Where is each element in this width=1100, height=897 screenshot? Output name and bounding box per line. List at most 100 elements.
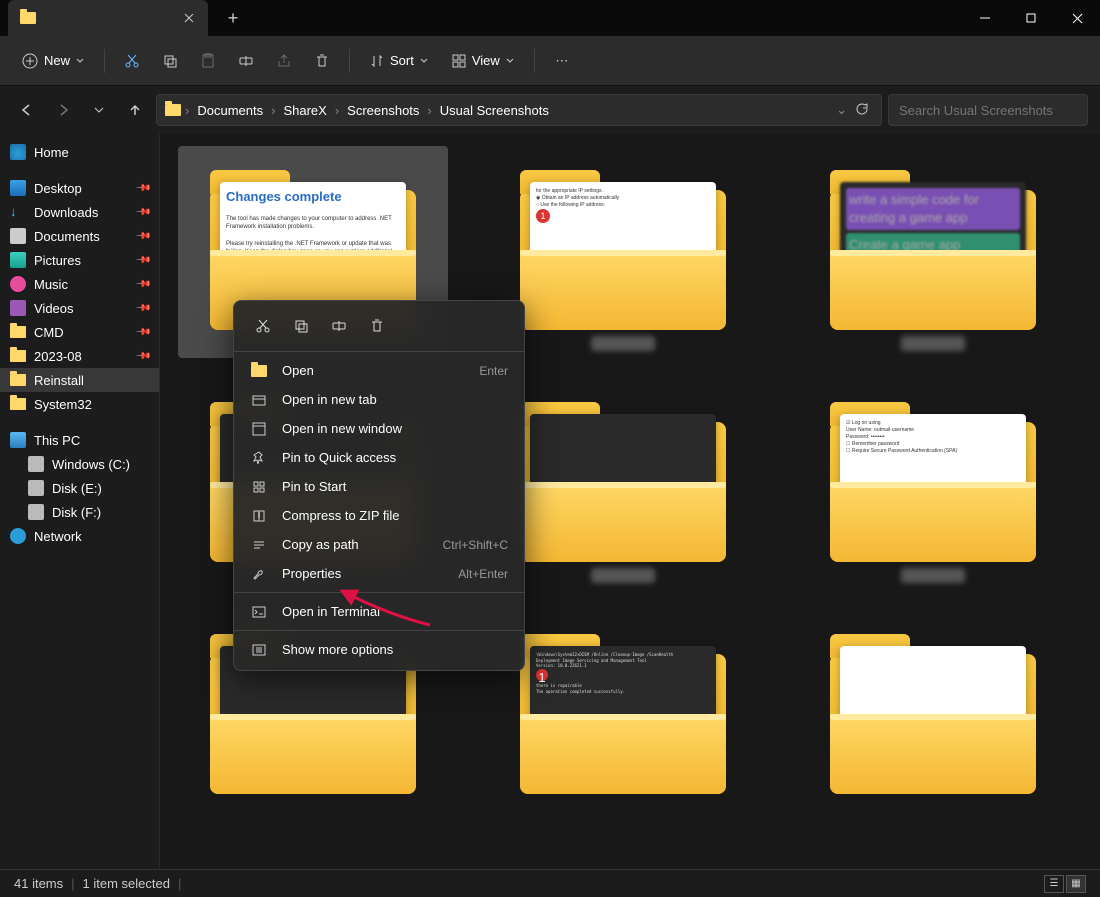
drive-icon [28, 456, 44, 472]
sidebar-drive-c[interactable]: Windows (C:) [0, 452, 159, 476]
chevron-right-icon: › [271, 103, 275, 118]
sidebar-thispc[interactable]: This PC [0, 428, 159, 452]
view-label: View [472, 53, 500, 68]
ctx-open-new-tab[interactable]: Open in new tab [234, 385, 524, 414]
ctx-pin-start[interactable]: Pin to Start [234, 472, 524, 501]
sidebar-item-pictures[interactable]: Pictures📌 [0, 248, 159, 272]
sidebar: Home Desktop📌 ↓Downloads📌 Documents📌 Pic… [0, 134, 160, 869]
folder-open-icon [250, 365, 268, 377]
close-button[interactable] [1054, 0, 1100, 36]
wrench-icon [250, 567, 268, 581]
tab-close-button[interactable] [182, 11, 196, 25]
view-button[interactable]: View [442, 47, 524, 74]
titlebar: + [0, 0, 1100, 36]
copy-button[interactable] [153, 44, 187, 78]
ctx-open-new-window[interactable]: Open in new window [234, 414, 524, 443]
sidebar-item-desktop[interactable]: Desktop📌 [0, 176, 159, 200]
ctx-pin-quick-access[interactable]: Pin to Quick access [234, 443, 524, 472]
address-bar[interactable]: › Documents › ShareX › Screenshots › Usu… [156, 94, 882, 126]
drive-icon [28, 480, 44, 496]
pin-start-icon [250, 480, 268, 494]
sidebar-item-system32[interactable]: System32 [0, 392, 159, 416]
sidebar-item-2023-08[interactable]: 2023-08📌 [0, 344, 159, 368]
up-button[interactable] [120, 95, 150, 125]
pin-icon [250, 451, 268, 465]
ctx-copy-button[interactable] [290, 315, 312, 337]
chevron-right-icon: › [335, 103, 339, 118]
drive-icon [28, 504, 44, 520]
status-item-count: 41 items [14, 876, 63, 891]
forward-button[interactable] [48, 95, 78, 125]
folder-item[interactable] [798, 610, 1068, 822]
view-icons-toggle[interactable]: ▦ [1066, 875, 1086, 893]
paste-button[interactable] [191, 44, 225, 78]
pc-icon [10, 432, 26, 448]
sidebar-item-videos[interactable]: Videos📌 [0, 296, 159, 320]
documents-icon [10, 228, 26, 244]
ctx-copy-path[interactable]: Copy as pathCtrl+Shift+C [234, 530, 524, 559]
ctx-delete-button[interactable] [366, 315, 388, 337]
sidebar-item-documents[interactable]: Documents📌 [0, 224, 159, 248]
folder-icon [165, 104, 181, 116]
sidebar-item-music[interactable]: Music📌 [0, 272, 159, 296]
breadcrumb-item[interactable]: Documents [193, 101, 267, 120]
folder-item[interactable]: write a simple code for creating a game … [798, 146, 1068, 358]
ctx-rename-button[interactable] [328, 315, 350, 337]
ctx-properties[interactable]: PropertiesAlt+Enter [234, 559, 524, 588]
ctx-show-more[interactable]: Show more options [234, 635, 524, 664]
sort-label: Sort [390, 53, 414, 68]
chevron-down-icon [420, 58, 428, 63]
pin-icon: 📌 [134, 180, 151, 197]
folder-item[interactable]: for the appropriate IP settings.◉ Obtain… [488, 146, 758, 358]
downloads-icon: ↓ [10, 204, 26, 220]
sidebar-drive-e[interactable]: Disk (E:) [0, 476, 159, 500]
folder-item[interactable]: ☑ Log on usingUser Name: outmail-usernam… [798, 378, 1068, 590]
maximize-button[interactable] [1008, 0, 1054, 36]
search-input[interactable] [899, 103, 1075, 118]
toolbar: New Sort View ⋯ [0, 36, 1100, 86]
minimize-button[interactable] [962, 0, 1008, 36]
videos-icon [10, 300, 26, 316]
breadcrumb-item[interactable]: Screenshots [343, 101, 423, 120]
folder-item[interactable]: \Windows\System32>DISM /Online /Cleanup-… [488, 610, 758, 822]
back-button[interactable] [12, 95, 42, 125]
folder-item[interactable]: hidden [488, 378, 758, 590]
music-icon [10, 276, 26, 292]
sidebar-item-cmd[interactable]: CMD📌 [0, 320, 159, 344]
chevron-down-icon [76, 58, 84, 63]
folder-icon [10, 350, 26, 362]
recent-button[interactable] [84, 95, 114, 125]
sidebar-drive-f[interactable]: Disk (F:) [0, 500, 159, 524]
ctx-open[interactable]: OpenEnter [234, 356, 524, 385]
share-button[interactable] [267, 44, 301, 78]
sidebar-home[interactable]: Home [0, 140, 159, 164]
ctx-open-terminal[interactable]: Open in Terminal [234, 597, 524, 626]
more-button[interactable]: ⋯ [545, 44, 579, 78]
sort-button[interactable]: Sort [360, 47, 438, 74]
pin-icon: 📌 [134, 324, 151, 341]
new-button[interactable]: New [12, 47, 94, 75]
context-menu: OpenEnter Open in new tab Open in new wi… [233, 300, 525, 671]
ctx-compress-zip[interactable]: Compress to ZIP file [234, 501, 524, 530]
breadcrumb-item[interactable]: ShareX [279, 101, 330, 120]
terminal-icon [250, 605, 268, 619]
rename-button[interactable] [229, 44, 263, 78]
chevron-right-icon: › [185, 103, 189, 118]
sidebar-item-downloads[interactable]: ↓Downloads📌 [0, 200, 159, 224]
breadcrumb-item[interactable]: Usual Screenshots [436, 101, 553, 120]
window-icon [250, 422, 268, 436]
delete-button[interactable] [305, 44, 339, 78]
zip-icon [250, 509, 268, 523]
search-bar[interactable] [888, 94, 1088, 126]
chevron-down-icon[interactable]: ⌄ [836, 102, 847, 118]
ctx-cut-button[interactable] [252, 315, 274, 337]
chevron-right-icon: › [427, 103, 431, 118]
sidebar-item-reinstall[interactable]: Reinstall [0, 368, 159, 392]
refresh-button[interactable] [855, 102, 869, 118]
sidebar-network[interactable]: Network [0, 524, 159, 548]
cut-button[interactable] [115, 44, 149, 78]
new-tab-button[interactable]: + [218, 3, 248, 33]
folder-icon [10, 398, 26, 410]
window-tab[interactable] [8, 0, 208, 36]
view-details-toggle[interactable]: ☰ [1044, 875, 1064, 893]
